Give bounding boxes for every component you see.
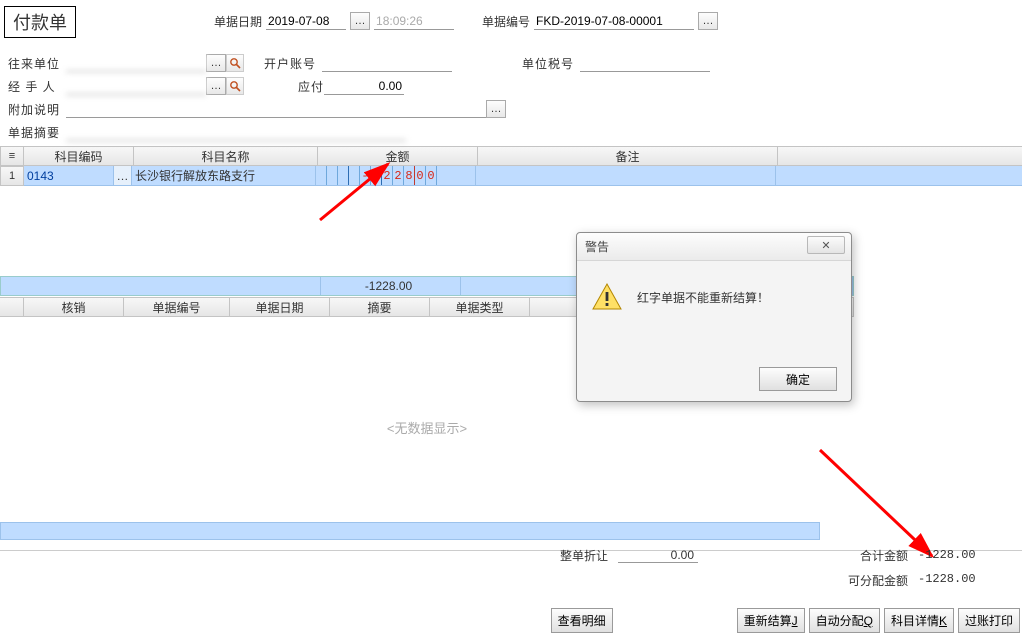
date-input[interactable] [266,12,346,30]
handler-lookup-button[interactable]: … [206,77,226,95]
no-data-text: <无数据显示> [0,418,854,437]
docno-label: 单据编号 [482,13,530,30]
dialog-title-text: 警告 [585,238,609,255]
date-label: 单据日期 [214,13,262,30]
col-docno2[interactable]: 单据编号 [124,298,230,316]
summary-input[interactable] [66,123,406,141]
alloc-value: -1228.00 [918,572,976,586]
grid1-header: 科目编码 科目名称 金额 备注 [24,146,1022,166]
dialog-message: 红字单据不能重新结算！ [637,289,769,306]
cell-name[interactable]: 长沙银行解放东路支行 [132,166,316,185]
col-summary2[interactable]: 摘要 [330,298,430,316]
cell-amount[interactable]: -122800 [316,166,476,185]
recalc-button[interactable]: 重新结算J [737,608,805,633]
header-row: 单据日期 … 单据编号 … [200,12,722,30]
time-input [374,12,454,30]
summary-label: 单据摘要 [8,124,66,141]
col-code[interactable]: 科目编码 [24,147,134,165]
cell-code-lookup[interactable]: … [114,166,132,185]
discount-label: 整单折让 [560,547,608,564]
account-input[interactable] [322,54,452,72]
note-input[interactable] [66,100,486,118]
party-search-icon[interactable] [226,54,244,72]
col-writeoff[interactable]: 核销 [24,298,124,316]
col-name[interactable]: 科目名称 [134,147,318,165]
dialog-ok-button[interactable]: 确定 [759,367,837,391]
date-picker-button[interactable]: … [350,12,370,30]
note-label: 附加说明 [8,101,66,118]
tax-input[interactable] [580,54,710,72]
handler-search-icon[interactable] [226,77,244,95]
tax-label: 单位税号 [522,55,580,72]
col-doctype[interactable]: 单据类型 [430,298,530,316]
post-print-button[interactable]: 过账打印 [958,608,1020,633]
col-docdate[interactable]: 单据日期 [230,298,330,316]
page-title: 付款单 [4,6,76,38]
button-bar: 查看明细 重新结算J 自动分配Q 科目详情K 过账打印 [0,608,1022,633]
discount-value[interactable]: 0.00 [618,548,698,563]
grid1-corner[interactable]: ≡ [0,146,24,166]
cell-code[interactable]: 0143 [24,166,114,185]
dialog-close-button[interactable]: ✕ [807,236,845,254]
total-label: 合计金额 [860,547,908,564]
view-detail-button[interactable]: 查看明细 [551,608,613,633]
payable-input[interactable] [324,77,404,95]
subject-detail-button[interactable]: 科目详情K [884,608,954,633]
account-label: 开户账号 [264,55,322,72]
alloc-label: 可分配金额 [848,572,908,589]
grid1-total-amount: -1228.00 [321,277,461,295]
docno-lookup-button[interactable]: … [698,12,718,30]
handler-input[interactable] [66,77,206,95]
note-lookup-button[interactable]: … [486,100,506,118]
party-input[interactable] [66,54,206,72]
grid2-corner[interactable] [0,298,24,316]
handler-label: 经 手 人 [8,78,66,95]
autoalloc-button[interactable]: 自动分配Q [809,608,880,633]
total-value: -1228.00 [918,548,976,562]
col-remark[interactable]: 备注 [478,147,778,165]
grid2-total-row [0,522,820,540]
grid1-row-index[interactable]: 1 [0,166,24,186]
docno-input[interactable] [534,12,694,30]
warning-dialog: 警告 ✕ 红字单据不能重新结算！ 确定 [576,232,852,402]
party-lookup-button[interactable]: … [206,54,226,72]
cell-remark[interactable] [476,166,776,185]
warning-icon [591,281,623,313]
party-label: 往来单位 [8,55,66,72]
col-amount[interactable]: 金额 [318,147,478,165]
dialog-titlebar[interactable]: 警告 ✕ [577,233,851,261]
payable-label: 应付 [284,78,324,95]
grid1-row[interactable]: 0143 … 长沙银行解放东路支行 -122800 [24,166,1022,186]
